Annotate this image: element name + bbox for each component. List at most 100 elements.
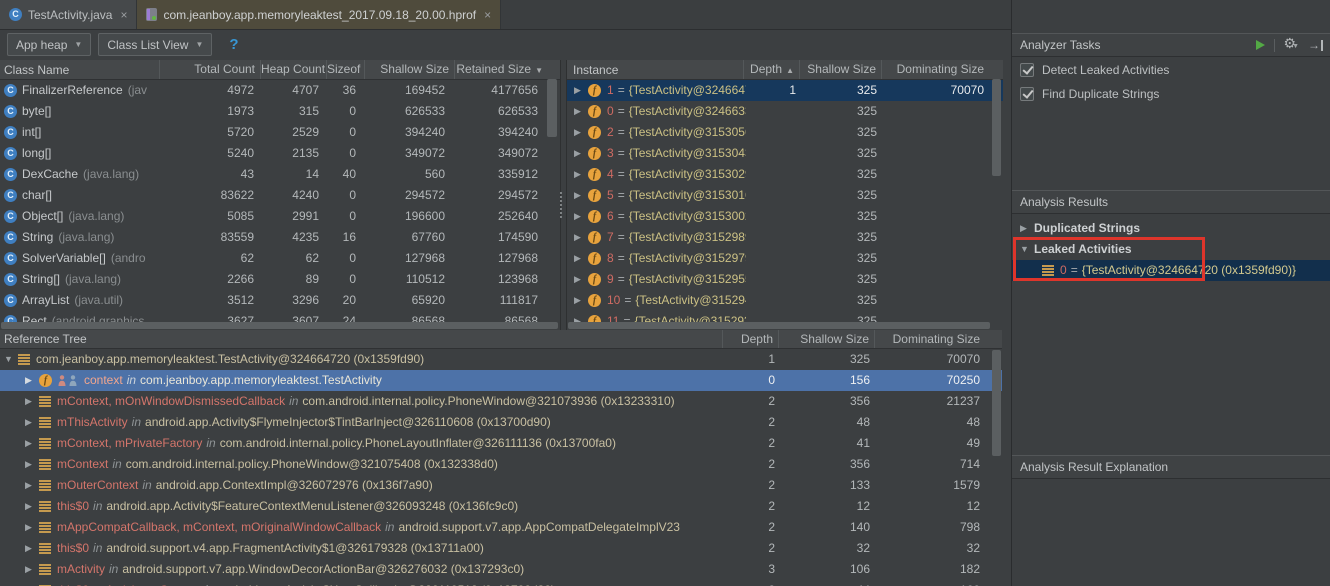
- col-heap-count[interactable]: Heap Count: [260, 60, 326, 79]
- instance-row[interactable]: ▶ f 2 = {TestActivity@3153056 325: [567, 122, 1003, 143]
- chevron-right-icon[interactable]: ▶: [574, 164, 588, 185]
- hide-panel-icon[interactable]: →: [1308, 34, 1323, 57]
- chevron-right-icon[interactable]: ▶: [25, 454, 39, 475]
- reference-tree-row[interactable]: ▶ f context in com.jeanboy.app.memoryleaktes…: [0, 370, 1002, 391]
- reference-tree-row[interactable]: ▶ mOuterContext in android.app.ContextImpl@…: [0, 475, 1002, 496]
- shallow-size-value: 106: [849, 562, 870, 576]
- reference-tree-row[interactable]: ▶ mThisActivity in android.app.Activity$Fly…: [0, 412, 1002, 433]
- col-instance[interactable]: Instance: [567, 60, 743, 79]
- col-dominating-size[interactable]: Dominating Size: [874, 330, 985, 348]
- chevron-right-icon[interactable]: ▶: [574, 290, 588, 311]
- instance-row[interactable]: ▶ f 4 = {TestActivity@3153029 325: [567, 164, 1003, 185]
- chevron-right-icon[interactable]: ▶: [574, 143, 588, 164]
- col-class-name[interactable]: Class Name: [0, 60, 159, 79]
- col-retained-size[interactable]: Retained Size ▼: [454, 60, 548, 79]
- class-row[interactable]: Clong[] 5240 2135 0 349072 349072: [0, 143, 560, 164]
- reference-tree-row[interactable]: ▶ this$0 in android.app.Activity$FeatureCon…: [0, 496, 1002, 517]
- reference-tree-row[interactable]: ▶ this$0, mActivity, mContextinandroid.ap…: [0, 580, 1002, 586]
- reference-tree-vscrollbar[interactable]: [992, 350, 1001, 456]
- col-depth[interactable]: Depth: [722, 330, 778, 348]
- chevron-right-icon[interactable]: ▶: [574, 101, 588, 122]
- chevron-right-icon[interactable]: ▶: [25, 412, 39, 433]
- chevron-right-icon[interactable]: ▶: [574, 122, 588, 143]
- chevron-right-icon[interactable]: ▶: [25, 391, 39, 412]
- heap-selector-dropdown[interactable]: App heap ▼: [7, 33, 92, 56]
- instance-row[interactable]: ▶ f 9 = {TestActivity@3152955 325: [567, 269, 1003, 290]
- chevron-right-icon[interactable]: ▶: [25, 538, 39, 559]
- col-shallow-size[interactable]: Shallow Size: [778, 330, 874, 348]
- class-row[interactable]: Cint[] 5720 2529 0 394240 394240: [0, 122, 560, 143]
- target-class: android.app.Activity$FeatureContextMenuL…: [106, 499, 519, 513]
- tab-hprof[interactable]: com.jeanboy.app.memoryleaktest_2017.09.1…: [137, 0, 502, 29]
- col-depth[interactable]: Depth ▲: [743, 60, 799, 79]
- instance-row[interactable]: ▶ f 0 = {TestActivity@3246633 325: [567, 101, 1003, 122]
- class-list-hscrollbar[interactable]: [1, 322, 558, 329]
- instance-index: 8: [607, 251, 614, 265]
- col-sizeof[interactable]: Sizeof: [326, 60, 364, 79]
- chevron-right-icon[interactable]: ▶: [1020, 218, 1034, 239]
- run-analyzer-play-icon[interactable]: [1255, 40, 1265, 50]
- shallow-size-value: 133: [849, 478, 870, 492]
- chevron-down-icon[interactable]: ▼: [4, 349, 18, 370]
- class-row[interactable]: C String (java.lang) 83559 4235 16 67760 174590: [0, 227, 560, 248]
- checkbox-checked-icon[interactable]: [1020, 87, 1034, 101]
- tab-testactivity[interactable]: C TestActivity.java ×: [0, 0, 138, 29]
- instance-row[interactable]: ▶ f 8 = {TestActivity@3152979 325: [567, 248, 1003, 269]
- close-icon[interactable]: ×: [120, 8, 127, 22]
- chevron-right-icon[interactable]: ▶: [25, 370, 39, 391]
- reference-tree-row[interactable]: ▶ this$0 in android.support.v4.app.Fragment…: [0, 538, 1002, 559]
- class-row[interactable]: Cbyte[] 1973 315 0 626533 626533: [0, 101, 560, 122]
- chevron-right-icon[interactable]: ▶: [574, 227, 588, 248]
- chevron-right-icon[interactable]: ▶: [574, 206, 588, 227]
- chevron-right-icon[interactable]: ▶: [574, 269, 588, 290]
- chevron-right-icon[interactable]: ▶: [574, 185, 588, 206]
- reference-tree-row[interactable]: ▶ mContext, mOnWindowDismissedCallback in c…: [0, 391, 1002, 412]
- reference-tree-row[interactable]: ▶ mAppCompatCallback, mContext, mOriginal…: [0, 517, 1002, 538]
- reference-tree-row[interactable]: ▶ mContext in com.android.internal.policy.P…: [0, 454, 1002, 475]
- chevron-right-icon[interactable]: ▶: [574, 80, 588, 101]
- close-icon[interactable]: ×: [484, 8, 491, 22]
- chevron-right-icon[interactable]: ▶: [25, 580, 39, 586]
- instance-row[interactable]: ▶ f 10 = {TestActivity@315294 325: [567, 290, 1003, 311]
- chevron-right-icon[interactable]: ▶: [25, 517, 39, 538]
- col-dominating-size[interactable]: Dominating Size: [881, 60, 989, 79]
- class-list-vscrollbar[interactable]: [547, 79, 557, 137]
- class-row[interactable]: C ArrayList (java.util) 3512 3296 20 65920 1118…: [0, 290, 560, 311]
- instance-row[interactable]: ▶ f 3 = {TestActivity@3153043 325: [567, 143, 1003, 164]
- chevron-right-icon[interactable]: ▶: [574, 248, 588, 269]
- col-total-count[interactable]: Total Count: [159, 60, 260, 79]
- instance-row[interactable]: ▶ f 1 = {TestActivity@3246647 1 325 70070: [567, 80, 1003, 101]
- gear-menu-icon[interactable]: ⚙▼: [1284, 33, 1300, 58]
- instance-list-hscrollbar[interactable]: [568, 322, 990, 329]
- checkbox-checked-icon[interactable]: [1020, 63, 1034, 77]
- panel-splitter-handle[interactable]: [560, 192, 562, 218]
- group-duplicated-strings[interactable]: ▶ Duplicated Strings: [1012, 218, 1330, 239]
- view-selector-dropdown[interactable]: Class List View ▼: [98, 33, 213, 56]
- instance-row[interactable]: ▶ f 6 = {TestActivity@3153002 325: [567, 206, 1003, 227]
- task-detect-leaked-activities[interactable]: Detect Leaked Activities: [1020, 60, 1169, 80]
- instance-list-vscrollbar[interactable]: [992, 79, 1001, 176]
- class-row[interactable]: C DexCache (java.lang) 43 14 40 560 335912: [0, 164, 560, 185]
- reference-tree-row[interactable]: ▶ mActivity in android.support.v7.app.Windo…: [0, 559, 1002, 580]
- reference-tree-row[interactable]: ▶ mContext, mPrivateFactory in com.android.…: [0, 433, 1002, 454]
- class-row[interactable]: C String[] (java.lang) 2266 89 0 110512 123968: [0, 269, 560, 290]
- col-shallow-size[interactable]: Shallow Size: [364, 60, 454, 79]
- instance-row[interactable]: ▶ f 5 = {TestActivity@3153016 325: [567, 185, 1003, 206]
- col-shallow-size[interactable]: Shallow Size: [799, 60, 881, 79]
- chevron-right-icon[interactable]: ▶: [25, 475, 39, 496]
- equals-sign: =: [617, 230, 625, 244]
- chevron-right-icon[interactable]: ▶: [25, 496, 39, 517]
- person-icon-pink: [58, 375, 66, 386]
- class-shallow-value: 560: [424, 167, 445, 181]
- class-row[interactable]: C SolverVariable[] (andro 62 62 0 127968 127968: [0, 248, 560, 269]
- class-row[interactable]: C Object[] (java.lang) 5085 2991 0 196600 25264…: [0, 206, 560, 227]
- instance-row[interactable]: ▶ f 7 = {TestActivity@3152989 325: [567, 227, 1003, 248]
- help-icon[interactable]: ?: [229, 36, 238, 53]
- task-find-duplicate-strings[interactable]: Find Duplicate Strings: [1020, 84, 1159, 104]
- reference-tree-row[interactable]: ▼ com.jeanboy.app.memoryleaktest.TestActi…: [0, 349, 1002, 370]
- class-row[interactable]: Cchar[] 83622 4240 0 294572 294572: [0, 185, 560, 206]
- class-sizeof-value: 0: [349, 125, 356, 139]
- chevron-right-icon[interactable]: ▶: [25, 433, 39, 454]
- chevron-right-icon[interactable]: ▶: [25, 559, 39, 580]
- class-row[interactable]: C FinalizerReference (jav 4972 4707 36 169452 4…: [0, 80, 560, 101]
